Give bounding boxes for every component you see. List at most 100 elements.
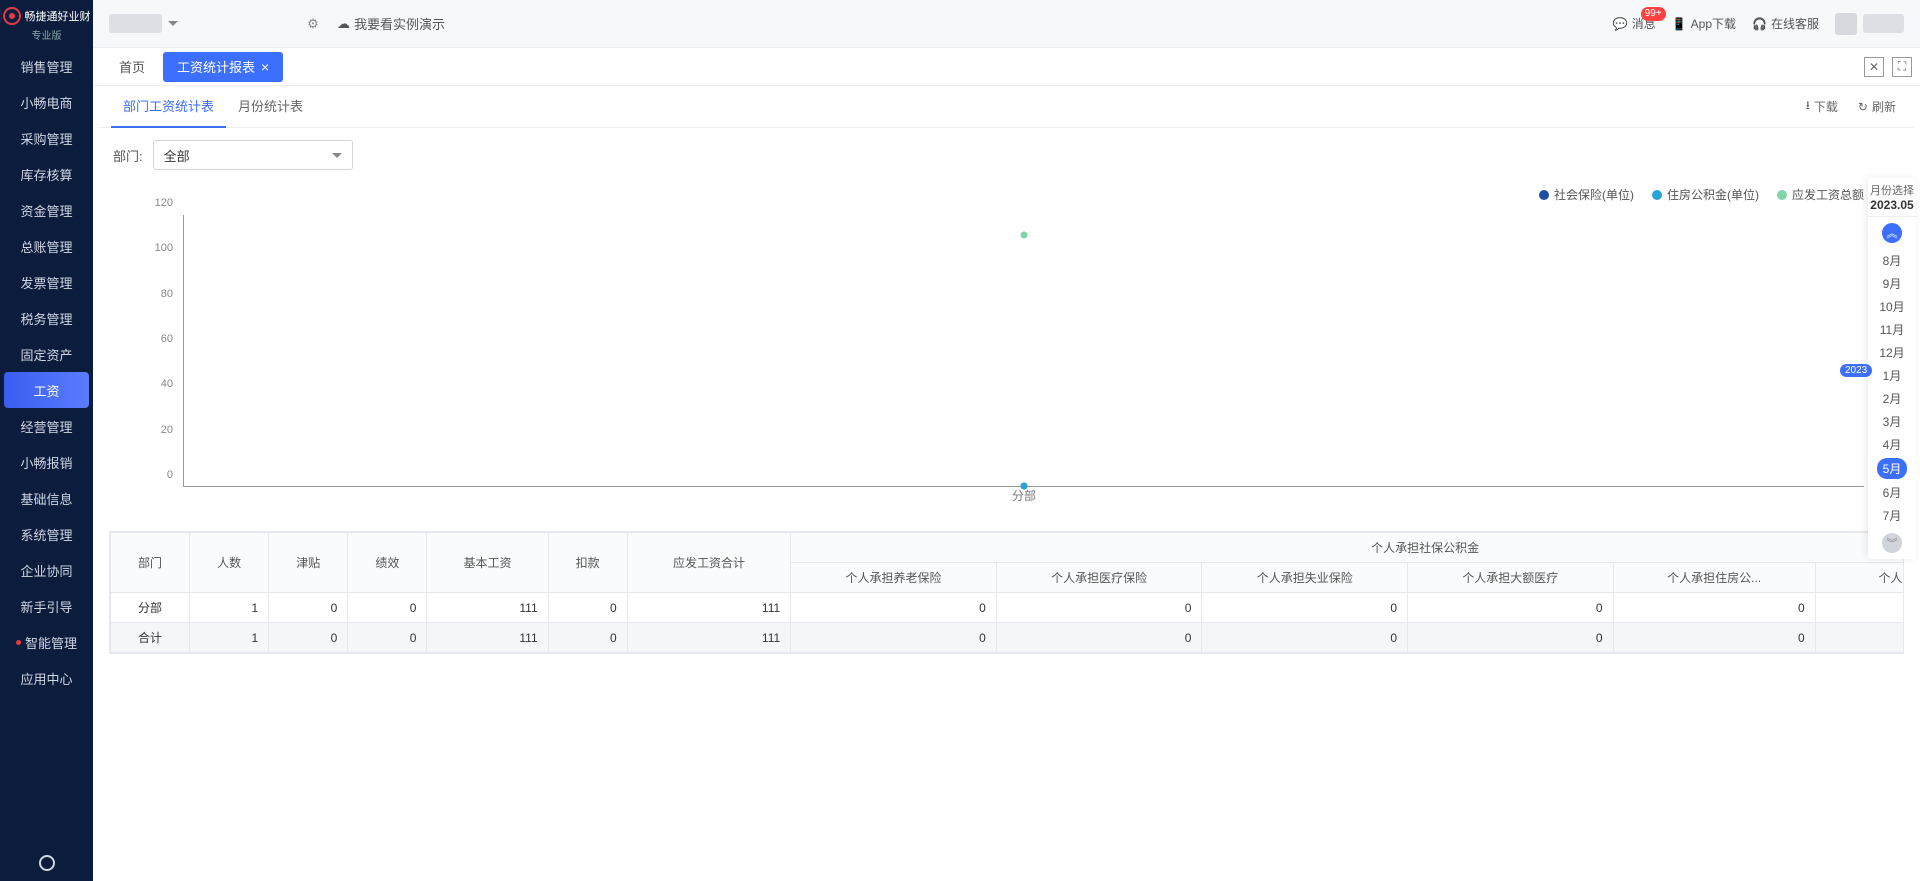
filter-label: 部门: [113, 146, 143, 165]
messages-button[interactable]: 💬 消息 99+ [1613, 15, 1656, 32]
cloud-icon: ☁ [337, 16, 350, 32]
chevron-down-icon [168, 21, 178, 26]
online-cs-button[interactable]: 🎧 在线客服 [1752, 15, 1819, 32]
month-item[interactable]: 10月 [1868, 295, 1916, 318]
department-select[interactable]: 全部 [153, 140, 353, 170]
table-cell: 0 [996, 623, 1202, 653]
download-label: App下载 [1691, 15, 1736, 32]
legend-label: 住房公积金(单位) [1667, 186, 1759, 203]
headset-icon: 🎧 [1752, 17, 1767, 31]
month-item[interactable]: 1月 [1868, 364, 1916, 387]
sidebar-item-label: 工资 [33, 381, 59, 400]
data-point [1021, 232, 1028, 239]
legend-item[interactable]: 社会保险(单位) [1539, 186, 1634, 203]
close-all-tabs-button[interactable]: ✕ [1864, 57, 1884, 77]
legend-dot-icon [1652, 190, 1662, 200]
sidebar-item-label: 固定资产 [20, 345, 72, 364]
sidebar-item[interactable]: 工资 [4, 372, 89, 408]
org-name-redacted: xx [109, 14, 162, 33]
table-cell: 0 [269, 593, 348, 623]
legend-dot-icon [1777, 190, 1787, 200]
sidebar-item[interactable]: 基础信息 [0, 480, 93, 516]
sidebar-item[interactable]: 智能管理 [0, 624, 93, 660]
y-tick: 0 [167, 469, 173, 481]
app-download-button[interactable]: 📱 App下载 [1672, 15, 1736, 32]
y-tick: 20 [161, 424, 173, 436]
month-item[interactable]: 5月 [1877, 458, 1908, 479]
sidebar-settings-button[interactable] [0, 845, 93, 881]
month-item[interactable]: 4月 [1868, 433, 1916, 456]
sidebar-item[interactable]: 经营管理 [0, 408, 93, 444]
sidebar-item[interactable]: 采购管理 [0, 120, 93, 156]
sidebar-item[interactable]: 小畅报销 [0, 444, 93, 480]
refresh-button[interactable]: ↻ 刷新 [1852, 98, 1902, 115]
brand-edition: 专业版 [32, 27, 62, 42]
fullscreen-button[interactable]: ⛶ [1892, 57, 1912, 77]
user-menu[interactable]: xx [1835, 13, 1904, 35]
sidebar-item[interactable]: 固定资产 [0, 336, 93, 372]
close-icon[interactable]: × [261, 60, 269, 74]
logo-icon [3, 7, 21, 25]
sidebar-item[interactable]: 总账管理 [0, 228, 93, 264]
chart-x-label: 分部 [1012, 487, 1036, 504]
tab[interactable]: 首页 [105, 52, 159, 82]
sidebar-item[interactable]: 税务管理 [0, 300, 93, 336]
month-item[interactable]: 6月 [1868, 481, 1916, 504]
sidebar-item[interactable]: 应用中心 [0, 660, 93, 696]
sidebar-item[interactable]: 资金管理 [0, 192, 93, 228]
month-scroll-down[interactable]: ︾ [1882, 533, 1902, 553]
month-item[interactable]: 8月 [1868, 249, 1916, 272]
refresh-icon: ↻ [1858, 100, 1868, 114]
download-button[interactable]: ⭳ 下载 [1800, 96, 1844, 117]
table-cell: 0 [548, 593, 627, 623]
y-tick: 100 [155, 242, 173, 254]
settings-icon[interactable]: ⚙ [305, 16, 321, 32]
tab[interactable]: 工资统计报表 × [163, 52, 283, 82]
sidebar: 畅捷通好业财 专业版 销售管理小畅电商采购管理库存核算资金管理总账管理发票管理税… [0, 0, 93, 881]
month-scroll-up[interactable]: ︽ [1882, 223, 1902, 243]
month-item[interactable]: 11月 [1868, 318, 1916, 341]
subtab[interactable]: 月份统计表 [226, 86, 315, 128]
month-item[interactable]: 7月 [1868, 504, 1916, 527]
table-header: 人数 [190, 533, 269, 593]
table-cell: 0 [548, 623, 627, 653]
table-cell: 0 [1613, 623, 1815, 653]
y-tick: 60 [161, 333, 173, 345]
sidebar-item-label: 小畅报销 [20, 453, 72, 472]
table-cell: 0 [1202, 593, 1408, 623]
tabs-row: 首页工资统计报表 × ✕ ⛶ [93, 48, 1920, 86]
table-cell: 0 [348, 593, 427, 623]
sidebar-item-label: 资金管理 [20, 201, 72, 220]
department-select-value: 全部 [164, 146, 190, 165]
tab-label: 工资统计报表 [177, 57, 255, 76]
sidebar-item[interactable]: 新手引导 [0, 588, 93, 624]
y-tick: 80 [161, 288, 173, 300]
month-item[interactable]: 2月 [1868, 387, 1916, 410]
demo-link[interactable]: ☁ 我要看实例演示 [337, 14, 445, 33]
legend-item[interactable]: 住房公积金(单位) [1652, 186, 1759, 203]
topbar: xx ⚙ ☁ 我要看实例演示 💬 消息 99+ 📱 App下载 🎧 在线客服 [93, 0, 1920, 48]
org-selector[interactable]: xx [109, 14, 289, 33]
table-header: 绩效 [348, 533, 427, 593]
month-item[interactable]: 9月 [1868, 272, 1916, 295]
salary-table[interactable]: 部门人数津贴绩效基本工资扣款应发工资合计个人承担社保公积金个人承担养老保险个人承… [109, 531, 1904, 654]
month-item[interactable]: 12月 [1868, 341, 1916, 364]
sidebar-item[interactable]: 系统管理 [0, 516, 93, 552]
sidebar-item[interactable]: 小畅电商 [0, 84, 93, 120]
sidebar-item-label: 新手引导 [20, 597, 72, 616]
y-tick: 40 [161, 378, 173, 390]
table-subheader: 个人承担医疗保险 [996, 563, 1202, 593]
sidebar-item[interactable]: 发票管理 [0, 264, 93, 300]
table-cell: 0 [1815, 593, 1904, 623]
sidebar-item-label: 应用中心 [20, 669, 72, 688]
sidebar-item[interactable]: 销售管理 [0, 48, 93, 84]
sidebar-item-label: 总账管理 [20, 237, 72, 256]
phone-icon: 📱 [1672, 17, 1687, 31]
legend-item[interactable]: 应发工资总额 [1777, 186, 1864, 203]
table-cell: 分部 [111, 593, 190, 623]
sidebar-item[interactable]: 企业协同 [0, 552, 93, 588]
subtab[interactable]: 部门工资统计表 [111, 86, 226, 128]
sidebar-item-label: 系统管理 [20, 525, 72, 544]
month-item[interactable]: 3月 [1868, 410, 1916, 433]
sidebar-item[interactable]: 库存核算 [0, 156, 93, 192]
